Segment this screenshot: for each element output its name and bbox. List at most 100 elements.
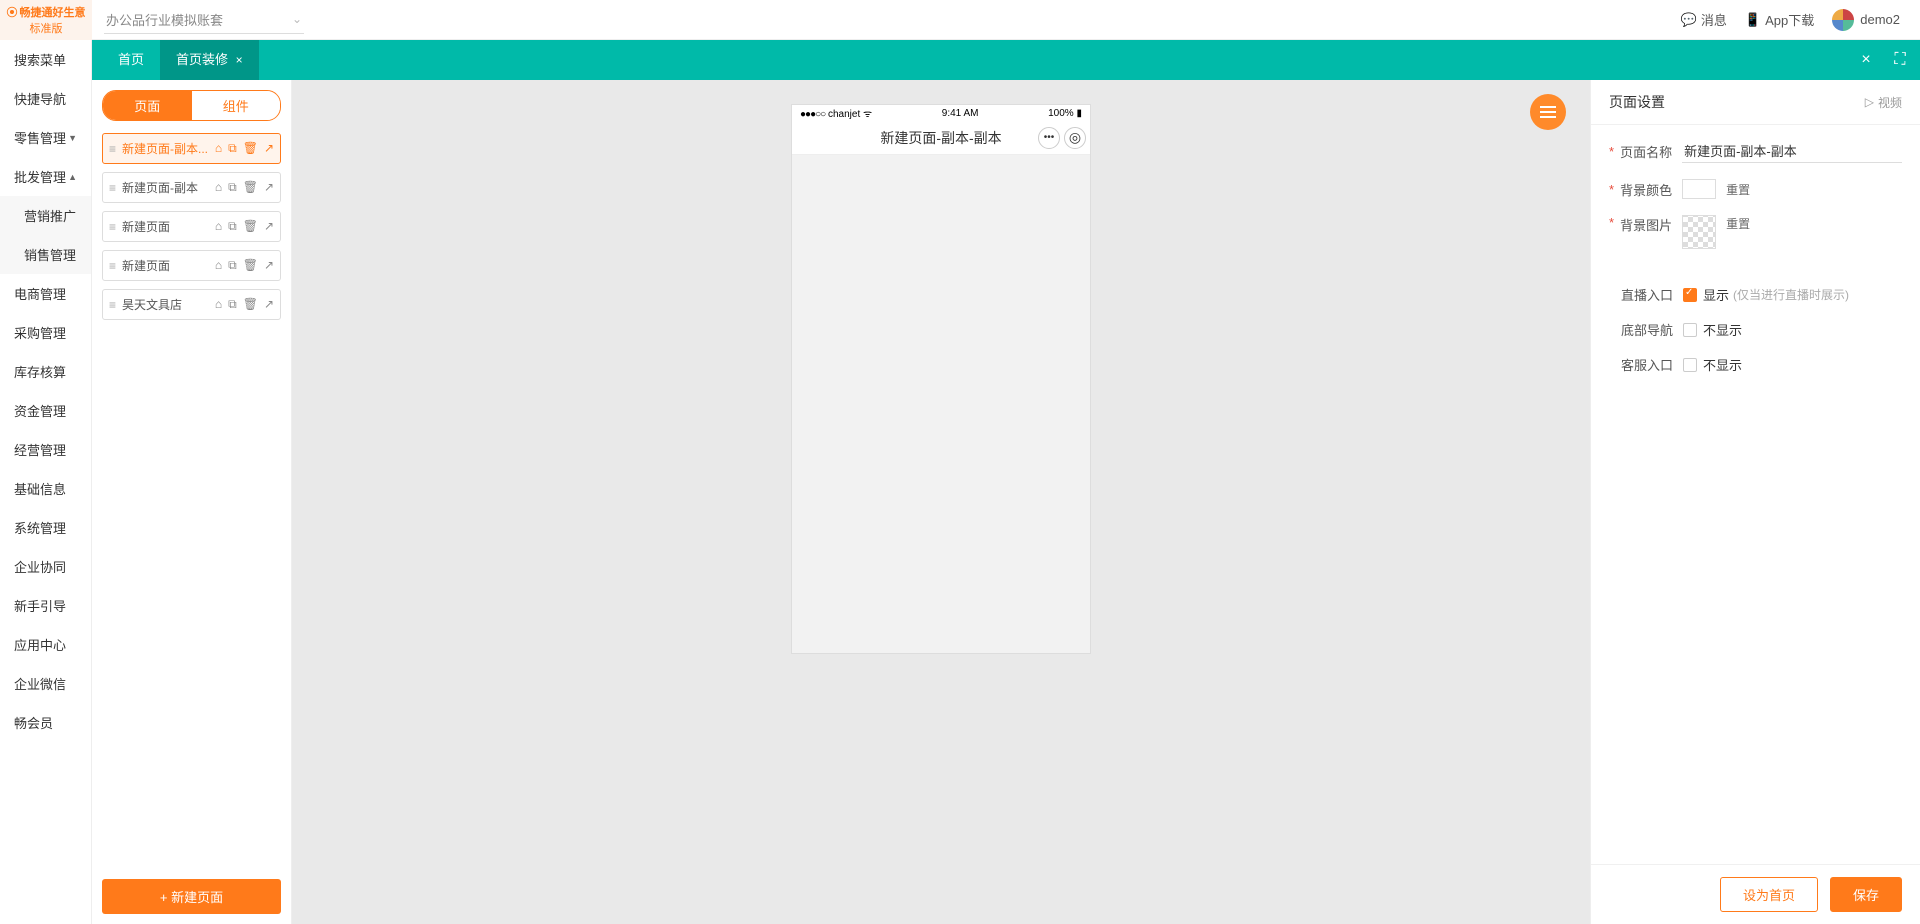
required-mark: * xyxy=(1609,182,1614,197)
play-icon: ▷ xyxy=(1865,95,1874,109)
menu-fab[interactable] xyxy=(1530,94,1566,130)
required-mark: * xyxy=(1609,215,1614,230)
copy-icon[interactable]: ⧉ xyxy=(228,141,237,156)
share-icon[interactable]: ↗ xyxy=(264,297,274,312)
sidebar-item-inventory[interactable]: 库存核算 xyxy=(0,352,91,391)
sidebar-item-ecommerce[interactable]: 电商管理 xyxy=(0,274,91,313)
sidebar-item-operation[interactable]: 经营管理 xyxy=(0,430,91,469)
new-page-button[interactable]: + 新建页面 xyxy=(102,879,281,914)
bg-color-swatch[interactable] xyxy=(1682,179,1716,199)
sidebar-item-wholesale[interactable]: 批发管理▲ xyxy=(0,157,91,196)
share-icon[interactable]: ↗ xyxy=(264,258,274,273)
bottom-nav-label: 底部导航 xyxy=(1621,320,1683,339)
sidebar-item-purchase[interactable]: 采购管理 xyxy=(0,313,91,352)
canvas: ●●●○○ chanjet ᯤ 9:41 AM 100% ▮ 新建页面-副本-副… xyxy=(292,80,1590,924)
copy-icon[interactable]: ⧉ xyxy=(228,297,237,312)
save-button[interactable]: 保存 xyxy=(1830,877,1902,912)
phone-status-bar: ●●●○○ chanjet ᯤ 9:41 AM 100% ▮ xyxy=(792,105,1090,121)
bg-color-reset[interactable]: 重置 xyxy=(1726,181,1750,198)
sidebar-item-search[interactable]: 搜索菜单 xyxy=(0,40,91,79)
sidebar-item-system[interactable]: 系统管理 xyxy=(0,508,91,547)
live-hint: (仅当进行直播时展示) xyxy=(1733,286,1849,303)
fullscreen-icon[interactable]: ⛶ xyxy=(1888,48,1912,72)
sidebar-item-member[interactable]: 畅会员 xyxy=(0,703,91,742)
delete-icon[interactable]: 🗑 xyxy=(243,180,258,195)
share-icon[interactable]: ↗ xyxy=(264,141,274,156)
top-right-actions: 💬 消息 📱 App下载 demo2 xyxy=(1681,9,1920,31)
checkbox-icon xyxy=(1683,323,1697,337)
account-selector[interactable]: 办公品行业模拟账套 ⌄ xyxy=(104,6,304,34)
tab-decoration[interactable]: 首页装修 × xyxy=(160,40,259,80)
seg-component[interactable]: 组件 xyxy=(192,91,281,120)
app-download-label: App下载 xyxy=(1765,10,1814,29)
page-panel: 页面 组件 ≡ 新建页面-副本... ⌂ ⧉ 🗑 ↗ xyxy=(92,80,292,924)
home-icon[interactable]: ⌂ xyxy=(215,141,222,156)
delete-icon[interactable]: 🗑 xyxy=(243,297,258,312)
cs-entry-checkbox[interactable]: 不显示 xyxy=(1683,355,1742,374)
sidebar-sub-marketing[interactable]: 营销推广 xyxy=(0,196,91,235)
more-icon[interactable]: ••• xyxy=(1038,127,1060,149)
bg-image-label: 背景图片 xyxy=(1620,215,1682,234)
page-name-input[interactable] xyxy=(1682,139,1902,163)
sidebar-item-collab[interactable]: 企业协同 xyxy=(0,547,91,586)
close-all-icon[interactable]: × xyxy=(1854,48,1878,72)
page-item[interactable]: ≡ 新建页面 ⌂⧉🗑↗ xyxy=(102,211,281,242)
sidebar: 搜索菜单 快捷导航 零售管理▼ 批发管理▲ 营销推广 销售管理 电商管理 采购管… xyxy=(0,40,92,924)
home-icon[interactable]: ⌂ xyxy=(215,219,222,234)
page-item[interactable]: ≡ 昊天文具店 ⌂⧉🗑↗ xyxy=(102,289,281,320)
wifi-icon: ᯤ xyxy=(863,109,872,120)
page-list: ≡ 新建页面-副本... ⌂ ⧉ 🗑 ↗ ≡ 新建页面-副本 ⌂⧉🗑↗ xyxy=(102,133,281,879)
delete-icon[interactable]: 🗑 xyxy=(243,258,258,273)
battery-label: 100% xyxy=(1048,108,1074,119)
live-entry-checkbox[interactable]: 显示 xyxy=(1683,285,1729,304)
account-selector-label: 办公品行业模拟账套 xyxy=(106,10,223,29)
phone-time: 9:41 AM xyxy=(942,108,979,119)
phone-body[interactable] xyxy=(792,155,1090,653)
tab-close-icon[interactable]: × xyxy=(236,53,243,67)
page-item-name: 昊天文具店 xyxy=(122,296,209,313)
delete-icon[interactable]: 🗑 xyxy=(243,219,258,234)
seg-page[interactable]: 页面 xyxy=(103,91,192,120)
home-icon[interactable]: ⌂ xyxy=(215,180,222,195)
page-item[interactable]: ≡ 新建页面 ⌂⧉🗑↗ xyxy=(102,250,281,281)
page-item[interactable]: ≡ 新建页面-副本 ⌂⧉🗑↗ xyxy=(102,172,281,203)
video-label: 视频 xyxy=(1878,94,1902,111)
home-icon[interactable]: ⌂ xyxy=(215,297,222,312)
messages-button[interactable]: 💬 消息 xyxy=(1681,10,1727,29)
settings-panel: 页面设置 ▷ 视频 * 页面名称 * 背景颜色 xyxy=(1590,80,1920,924)
sidebar-item-quicknav[interactable]: 快捷导航 xyxy=(0,79,91,118)
user-menu[interactable]: demo2 xyxy=(1832,9,1900,31)
video-link[interactable]: ▷ 视频 xyxy=(1865,94,1902,111)
copy-icon[interactable]: ⧉ xyxy=(228,219,237,234)
phone-header: 新建页面-副本-副本 ••• ◎ xyxy=(792,121,1090,155)
carrier-label: chanjet xyxy=(828,109,860,120)
share-icon[interactable]: ↗ xyxy=(264,219,274,234)
sidebar-item-retail[interactable]: 零售管理▼ xyxy=(0,118,91,157)
copy-icon[interactable]: ⧉ xyxy=(228,180,237,195)
chevron-down-icon: ⌄ xyxy=(292,12,302,26)
bottom-nav-checkbox[interactable]: 不显示 xyxy=(1683,320,1742,339)
sidebar-item-wechat[interactable]: 企业微信 xyxy=(0,664,91,703)
target-icon[interactable]: ◎ xyxy=(1064,127,1086,149)
live-entry-label: 直播入口 xyxy=(1621,285,1683,304)
share-icon[interactable]: ↗ xyxy=(264,180,274,195)
settings-title: 页面设置 xyxy=(1609,92,1665,112)
page-item[interactable]: ≡ 新建页面-副本... ⌂ ⧉ 🗑 ↗ xyxy=(102,133,281,164)
sidebar-item-appcenter[interactable]: 应用中心 xyxy=(0,625,91,664)
bg-image-reset[interactable]: 重置 xyxy=(1726,215,1750,232)
tab-home[interactable]: 首页 xyxy=(102,40,160,80)
avatar xyxy=(1832,9,1854,31)
app-download-button[interactable]: 📱 App下载 xyxy=(1745,10,1814,29)
sidebar-item-funds[interactable]: 资金管理 xyxy=(0,391,91,430)
delete-icon[interactable]: 🗑 xyxy=(243,141,258,156)
drag-icon: ≡ xyxy=(109,181,116,195)
checkbox-icon xyxy=(1683,358,1697,372)
sidebar-item-basic[interactable]: 基础信息 xyxy=(0,469,91,508)
sidebar-item-newbie[interactable]: 新手引导 xyxy=(0,586,91,625)
bg-image-swatch[interactable] xyxy=(1682,215,1716,249)
home-icon[interactable]: ⌂ xyxy=(215,258,222,273)
sidebar-sub-sales[interactable]: 销售管理 xyxy=(0,235,91,274)
copy-icon[interactable]: ⧉ xyxy=(228,258,237,273)
set-home-button[interactable]: 设为首页 xyxy=(1720,877,1818,912)
bottom-nav-text: 不显示 xyxy=(1703,320,1742,339)
